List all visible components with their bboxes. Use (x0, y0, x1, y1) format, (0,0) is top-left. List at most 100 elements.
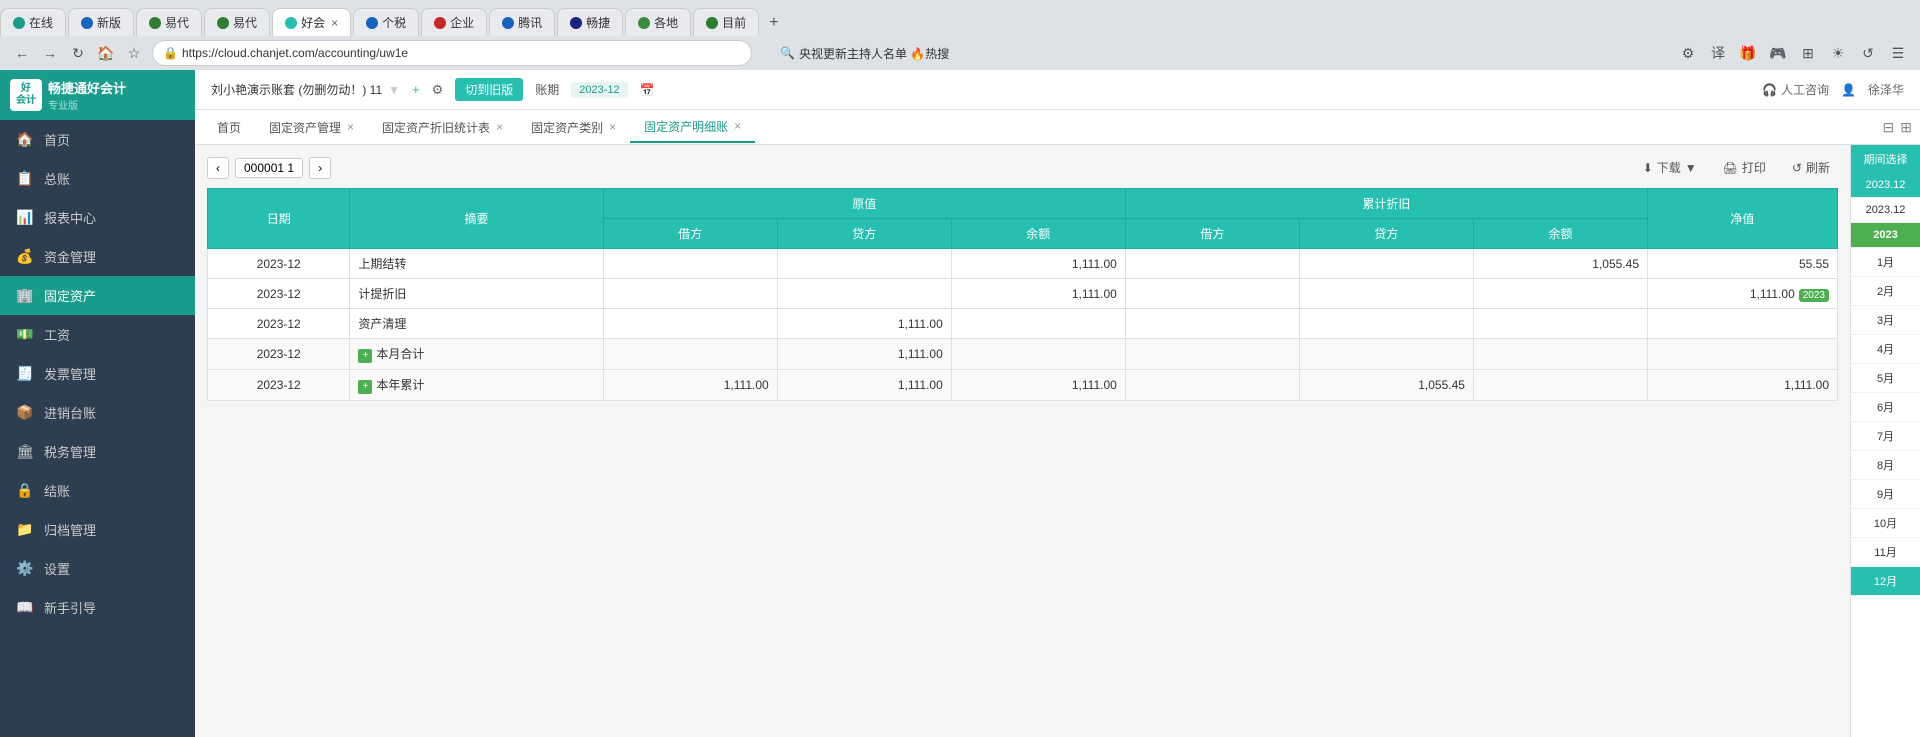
page-tab-asset_category[interactable]: 固定资产类别× (517, 113, 630, 142)
period-month-item[interactable]: 10月 (1851, 509, 1920, 538)
history-icon[interactable]: ↺ (1858, 43, 1878, 63)
page-tab-depreciation_stat[interactable]: 固定资产折旧统计表× (368, 113, 517, 142)
close-page-tab-icon[interactable]: × (609, 120, 616, 134)
switch-version-button[interactable]: 切到旧版 (455, 78, 523, 101)
new-account-button[interactable]: + (412, 82, 420, 97)
cell-orig-balance: 1,111.00 (951, 249, 1125, 279)
sidebar-item-closing[interactable]: 🔒结账 (0, 471, 195, 510)
close-page-tab-icon[interactable]: × (496, 120, 503, 134)
cell-orig-balance (951, 339, 1125, 370)
cell-dep-credit: 1,055.45 (1299, 370, 1473, 401)
page-tab-fixed_asset_mgmt[interactable]: 固定资产管理× (255, 113, 368, 142)
sidebar-item-home[interactable]: 🏠首页 (0, 120, 195, 159)
sidebar-item-invoice[interactable]: 🧾发票管理 (0, 354, 195, 393)
page-tab-asset_detail[interactable]: 固定资产明细账 × (630, 112, 755, 143)
download-dropdown-icon: ▼ (1685, 161, 1697, 175)
period-month-item[interactable]: 12月 (1851, 567, 1920, 596)
sidebar-item-reports[interactable]: 📊报表中心 (0, 198, 195, 237)
sidebar-item-settings[interactable]: ⚙️设置 (0, 549, 195, 588)
funds-icon: 💰 (16, 248, 34, 266)
sidebar-item-fixed_assets[interactable]: 🏢固定资产 (0, 276, 195, 315)
period-month-item[interactable]: 3月 (1851, 306, 1920, 335)
period-year-item[interactable]: 2023.12 (1851, 173, 1920, 198)
period-label: 账期 (535, 81, 559, 98)
wallet-icon[interactable]: 🎁 (1738, 43, 1758, 63)
sidebar-item-purchase_sale[interactable]: 📦进销台账 (0, 393, 195, 432)
maximize-icon[interactable]: ⊞ (1900, 119, 1912, 136)
browser-tab-t3[interactable]: 易代 (136, 8, 202, 36)
sidebar-item-general_ledger[interactable]: 📋总账 (0, 159, 195, 198)
bookmark-button[interactable]: ☆ (124, 43, 144, 63)
browser-tab-t8[interactable]: 腾讯 (489, 8, 555, 36)
browser-tab-t1[interactable]: 在线 (0, 8, 66, 36)
sidebar-item-label: 进销台账 (44, 403, 96, 422)
cell-net-value (1648, 339, 1838, 370)
cell-dep-debit (1125, 279, 1299, 309)
calendar-icon[interactable]: 📅 (640, 83, 655, 97)
menu-icon[interactable]: ☰ (1888, 43, 1908, 63)
cell-orig-balance: 1,111.00 (951, 370, 1125, 401)
close-page-tab-icon[interactable]: × (734, 119, 741, 133)
cell-dep-credit (1299, 279, 1473, 309)
period-year-label[interactable]: 2023 (1851, 223, 1920, 248)
period-month-item[interactable]: 7月 (1851, 422, 1920, 451)
period-month-item[interactable]: 9月 (1851, 480, 1920, 509)
browser-tab-t10[interactable]: 各地 (625, 8, 691, 36)
minimize-icon[interactable]: ⊟ (1883, 119, 1895, 136)
browser-tab-t9[interactable]: 畅捷 (557, 8, 623, 36)
browser-tab-t6[interactable]: 个税 (353, 8, 419, 36)
table-row: 2023-12 计提折旧 1,111.00 1,111.002023 (208, 279, 1838, 309)
fixed_assets-icon: 🏢 (16, 287, 34, 305)
refresh-ledger-button[interactable]: ↺ 刷新 (1784, 155, 1838, 180)
browser-tab-t2[interactable]: 新版 (68, 8, 134, 36)
sidebar-item-label: 工资 (44, 325, 70, 344)
period-year-item[interactable]: 2023.12 (1851, 198, 1920, 223)
home-button[interactable]: 🏠 (96, 43, 116, 63)
translate-icon[interactable]: 译 (1708, 43, 1728, 63)
download-button[interactable]: ⬇ 下载 ▼ (1635, 155, 1705, 180)
sidebar-item-funds[interactable]: 💰资金管理 (0, 237, 195, 276)
sidebar-item-tax[interactable]: 🏛税务管理 (0, 432, 195, 471)
browser-tab-t11[interactable]: 目前 (693, 8, 759, 36)
period-month-item[interactable]: 4月 (1851, 335, 1920, 364)
help-button[interactable]: 🎧 人工咨询 (1762, 81, 1829, 98)
page-tab-label: 固定资产明细账 (644, 118, 728, 135)
period-panel: 期间选择 2023.122023.1220231月2月3月4月5月6月7月8月9… (1850, 145, 1920, 737)
user-name-button[interactable]: 徐泽华 (1868, 81, 1904, 98)
browser-tab-t4[interactable]: 易代 (204, 8, 270, 36)
search-bar[interactable]: 🔍 央视更新主持人名单 🔥热搜 (780, 45, 949, 62)
extensions-icon[interactable]: ⚙ (1678, 43, 1698, 63)
cell-date: 2023-12 (208, 279, 350, 309)
prev-page-button[interactable]: ‹ (207, 157, 229, 179)
sidebar-item-guide[interactable]: 📖新手引导 (0, 588, 195, 627)
browser-tab-t5[interactable]: 好会× (272, 8, 351, 36)
cell-orig-debit (603, 279, 777, 309)
period-month-item[interactable]: 2月 (1851, 277, 1920, 306)
forward-button[interactable]: → (40, 43, 60, 63)
period-month-item[interactable]: 8月 (1851, 451, 1920, 480)
reports-icon: 📊 (16, 209, 34, 227)
sidebar-item-archive[interactable]: 📁归档管理 (0, 510, 195, 549)
browser-tab-t7[interactable]: 企业 (421, 8, 487, 36)
sidebar-item-label: 总账 (44, 169, 70, 188)
grid-icon[interactable]: ⊞ (1798, 43, 1818, 63)
period-month-item[interactable]: 6月 (1851, 393, 1920, 422)
sidebar-item-payroll[interactable]: 💵工资 (0, 315, 195, 354)
period-month-item[interactable]: 1月 (1851, 248, 1920, 277)
page-tab-home[interactable]: 首页 (203, 113, 255, 142)
new-tab-button[interactable]: + (761, 10, 786, 36)
close-tab-icon[interactable]: × (331, 16, 338, 30)
url-bar[interactable]: 🔒 https://cloud.chanjet.com/accounting/u… (152, 40, 752, 66)
settings-icon[interactable]: ⚙ (432, 82, 444, 98)
back-button[interactable]: ← (12, 43, 32, 63)
print-button[interactable]: 🖨 打印 (1715, 155, 1774, 180)
game-icon[interactable]: 🎮 (1768, 43, 1788, 63)
period-month-item[interactable]: 11月 (1851, 538, 1920, 567)
refresh-button[interactable]: ↻ (68, 43, 88, 63)
next-page-button[interactable]: › (309, 157, 331, 179)
depreciation-header: 累计折旧 (1125, 189, 1647, 219)
period-month-item[interactable]: 5月 (1851, 364, 1920, 393)
cell-dep-debit (1125, 309, 1299, 339)
brightness-icon[interactable]: ☀ (1828, 43, 1848, 63)
close-page-tab-icon[interactable]: × (347, 120, 354, 134)
